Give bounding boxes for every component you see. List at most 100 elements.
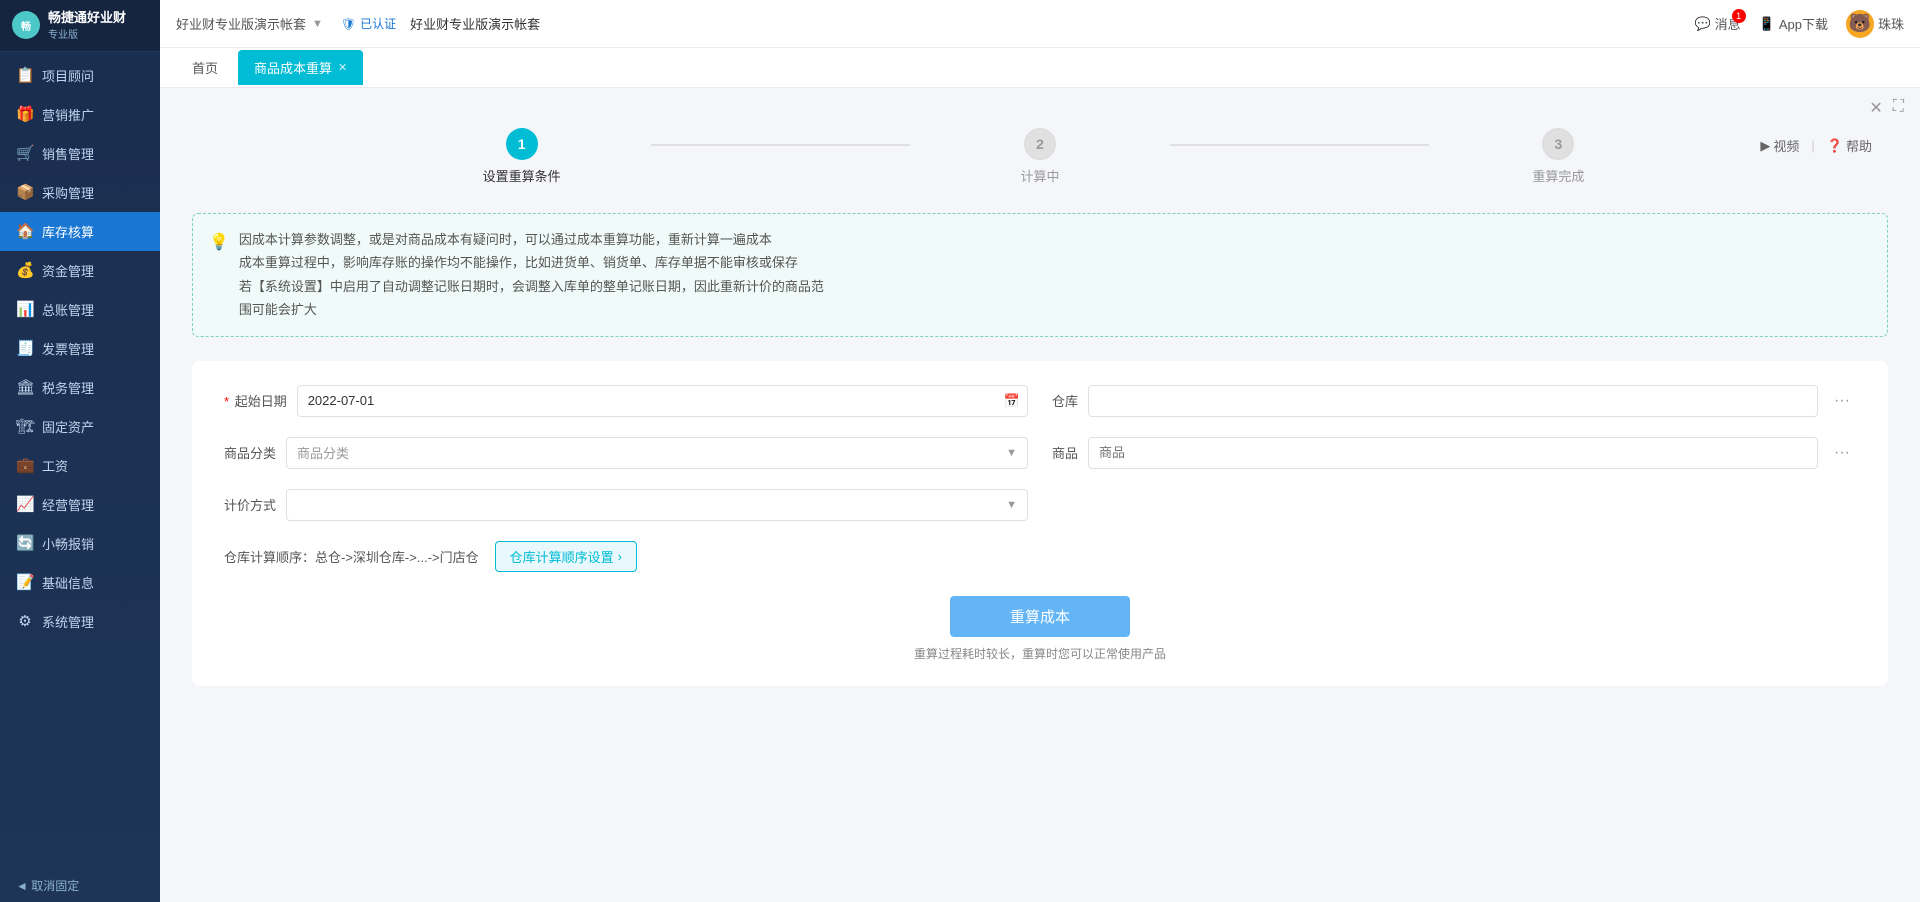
main-area: 好业财专业版演示帐套 ▼ 🛡 已认证 好业财专业版演示帐套 💬 消息 1 📱 A… — [160, 0, 1920, 902]
sidebar-item-marketing[interactable]: 🎁 营销推广 — [0, 95, 160, 134]
sidebar-item-salary[interactable]: 💼 工资 — [0, 446, 160, 485]
step-1-circle: 1 — [506, 128, 538, 160]
sales-icon: 🛒 — [16, 144, 34, 162]
sidebar-item-label: 系统管理 — [42, 612, 94, 631]
sidebar-item-label: 采购管理 — [42, 183, 94, 202]
sidebar-item-operation[interactable]: 📈 经营管理 — [0, 485, 160, 524]
question-icon: ❓ — [1827, 138, 1843, 154]
tab-cost-recalc-label: 商品成本重算 — [254, 58, 332, 77]
sidebar-unpin-button[interactable]: ◄ 取消固定 — [0, 868, 160, 902]
sidebar-item-system[interactable]: ⚙ 系统管理 — [0, 602, 160, 641]
step-line-1 — [651, 144, 910, 146]
app-download-button[interactable]: 📱 App下载 — [1759, 14, 1828, 33]
required-mark: * — [224, 394, 229, 409]
tab-close-icon[interactable]: ✕ — [338, 61, 347, 74]
sidebar-logo: 畅 — [12, 11, 40, 39]
warehouse-field: 仓库 ··· — [1052, 385, 1856, 417]
info-line-3: 若【系统设置】中启用了自动调整记账日期时，会调整入库单的整单记账日期，因此重新计… — [239, 275, 824, 298]
form-row-2: 商品分类 商品分类 ▼ 商品 ··· — [224, 437, 1856, 469]
sidebar-item-label: 营销推广 — [42, 105, 94, 124]
warehouse-order-row: 仓库计算顺序：总仓->深圳仓库->...->门店仓 仓库计算顺序设置 › — [224, 541, 1856, 572]
message-button[interactable]: 💬 消息 1 — [1694, 14, 1740, 33]
operation-icon: 📈 — [16, 495, 34, 513]
start-date-label: * 起始日期 — [224, 391, 287, 410]
goods-ellipsis-button[interactable]: ··· — [1828, 444, 1856, 462]
sidebar-item-purchase[interactable]: 📦 采购管理 — [0, 173, 160, 212]
sidebar-nav: 📋 项目顾问 🎁 营销推广 🛒 销售管理 📦 采购管理 🏠 库存核算 💰 资金管… — [0, 52, 160, 868]
sidebar-item-label: 项目顾问 — [42, 66, 94, 85]
sidebar-item-tax[interactable]: 🏛 税务管理 — [0, 368, 160, 407]
tab-home[interactable]: 首页 — [176, 50, 234, 85]
info-content: 因成本计算参数调整，或是对商品成本有疑问时，可以通过成本重算功能，重新计算一遍成… — [239, 228, 824, 322]
expand-window-button[interactable]: ⛶ — [1893, 98, 1904, 118]
sidebar-item-finance[interactable]: 💰 资金管理 — [0, 251, 160, 290]
steps: 1 设置重算条件 2 计算中 3 重算完成 — [192, 128, 1888, 185]
finance-icon: 💰 — [16, 261, 34, 279]
recalc-button[interactable]: 重算成本 — [950, 596, 1130, 637]
step-3: 3 重算完成 — [1429, 128, 1688, 185]
warehouse-order-settings-button[interactable]: 仓库计算顺序设置 › — [495, 541, 637, 572]
start-date-input[interactable] — [297, 385, 1028, 417]
pricing-label: 计价方式 — [224, 495, 276, 514]
sidebar-item-accounting[interactable]: 📊 总账管理 — [0, 290, 160, 329]
close-window-button[interactable]: ✕ — [1869, 98, 1882, 118]
sidebar-item-label: 资金管理 — [42, 261, 94, 280]
step-1: 1 设置重算条件 — [392, 128, 651, 185]
goods-label: 商品 — [1052, 443, 1078, 462]
sidebar-item-label: 销售管理 — [42, 144, 94, 163]
sidebar-item-expense[interactable]: 🔄 小畅报销 — [0, 524, 160, 563]
sidebar-item-label: 总账管理 — [42, 300, 94, 319]
start-date-field: * 起始日期 📅 — [224, 385, 1028, 417]
sidebar-item-project[interactable]: 📋 项目顾问 — [0, 56, 160, 95]
sidebar-item-label: 固定资产 — [42, 417, 94, 436]
tabbar: 首页 商品成本重算 ✕ — [160, 48, 1920, 88]
form-section: * 起始日期 📅 仓库 ··· 商品分类 — [192, 361, 1888, 686]
help-link[interactable]: ❓ 帮助 — [1827, 136, 1872, 155]
sidebar: 畅 畅捷通好业财 专业版 📋 项目顾问 🎁 营销推广 🛒 销售管理 📦 采购管理… — [0, 0, 160, 902]
category-placeholder: 商品分类 — [297, 443, 349, 462]
topbar: 好业财专业版演示帐套 ▼ 🛡 已认证 好业财专业版演示帐套 💬 消息 1 📱 A… — [160, 0, 1920, 48]
warehouse-order-btn-label: 仓库计算顺序设置 — [510, 547, 614, 566]
user-name: 珠珠 — [1878, 14, 1904, 33]
goods-input[interactable] — [1088, 437, 1818, 469]
warehouse-input[interactable] — [1088, 385, 1818, 417]
content-area: ✕ ⛶ 1 设置重算条件 2 计算中 — [160, 88, 1920, 902]
warehouse-ellipsis-button[interactable]: ··· — [1828, 392, 1856, 410]
system-icon: ⚙ — [16, 612, 34, 630]
step-3-circle: 3 — [1542, 128, 1574, 160]
marketing-icon: 🎁 — [16, 105, 34, 123]
pricing-select[interactable]: ▼ — [286, 489, 1028, 521]
sidebar-item-label: 基础信息 — [42, 573, 94, 592]
avatar: 🐻 — [1846, 10, 1874, 38]
sidebar-item-invoice[interactable]: 🧾 发票管理 — [0, 329, 160, 368]
account-selector[interactable]: 好业财专业版演示帐套 ▼ — [176, 14, 323, 33]
warehouse-label: 仓库 — [1052, 391, 1078, 410]
sidebar-item-assets[interactable]: 🏗 固定资产 — [0, 407, 160, 446]
tab-cost-recalc[interactable]: 商品成本重算 ✕ — [238, 50, 363, 85]
category-label: 商品分类 — [224, 443, 276, 462]
calendar-icon[interactable]: 📅 — [1004, 393, 1020, 409]
category-field: 商品分类 商品分类 ▼ — [224, 437, 1028, 469]
step-line-2 — [1170, 144, 1429, 146]
sidebar-item-label: 工资 — [42, 456, 68, 475]
goods-field: 商品 ··· — [1052, 437, 1856, 469]
category-select[interactable]: 商品分类 ▼ — [286, 437, 1028, 469]
steps-wrapper: 1 设置重算条件 2 计算中 3 重算完成 — [192, 128, 1888, 185]
info-line-4: 围可能会扩大 — [239, 298, 824, 321]
form-row-1: * 起始日期 📅 仓库 ··· — [224, 385, 1856, 417]
recalc-hint: 重算过程耗时较长，重算时您可以正常使用产品 — [224, 645, 1856, 662]
sidebar-item-basic[interactable]: 📝 基础信息 — [0, 563, 160, 602]
message-icon: 💬 — [1694, 16, 1710, 32]
step-2: 2 计算中 — [910, 128, 1169, 185]
expense-icon: 🔄 — [16, 534, 34, 552]
verified-badge: 🛡 已认证 — [341, 15, 396, 32]
form-row-3: 计价方式 ▼ — [224, 489, 1856, 521]
user-menu[interactable]: 🐻 珠珠 — [1846, 10, 1904, 38]
notification-count: 1 — [1732, 9, 1746, 23]
sidebar-item-sales[interactable]: 🛒 销售管理 — [0, 134, 160, 173]
video-help-link[interactable]: ▶ 视频 — [1760, 136, 1799, 155]
project-icon: 📋 — [16, 66, 34, 84]
sidebar-item-inventory[interactable]: 🏠 库存核算 — [0, 212, 160, 251]
shield-icon: 🛡 — [341, 17, 356, 31]
play-icon: ▶ — [1760, 138, 1770, 154]
